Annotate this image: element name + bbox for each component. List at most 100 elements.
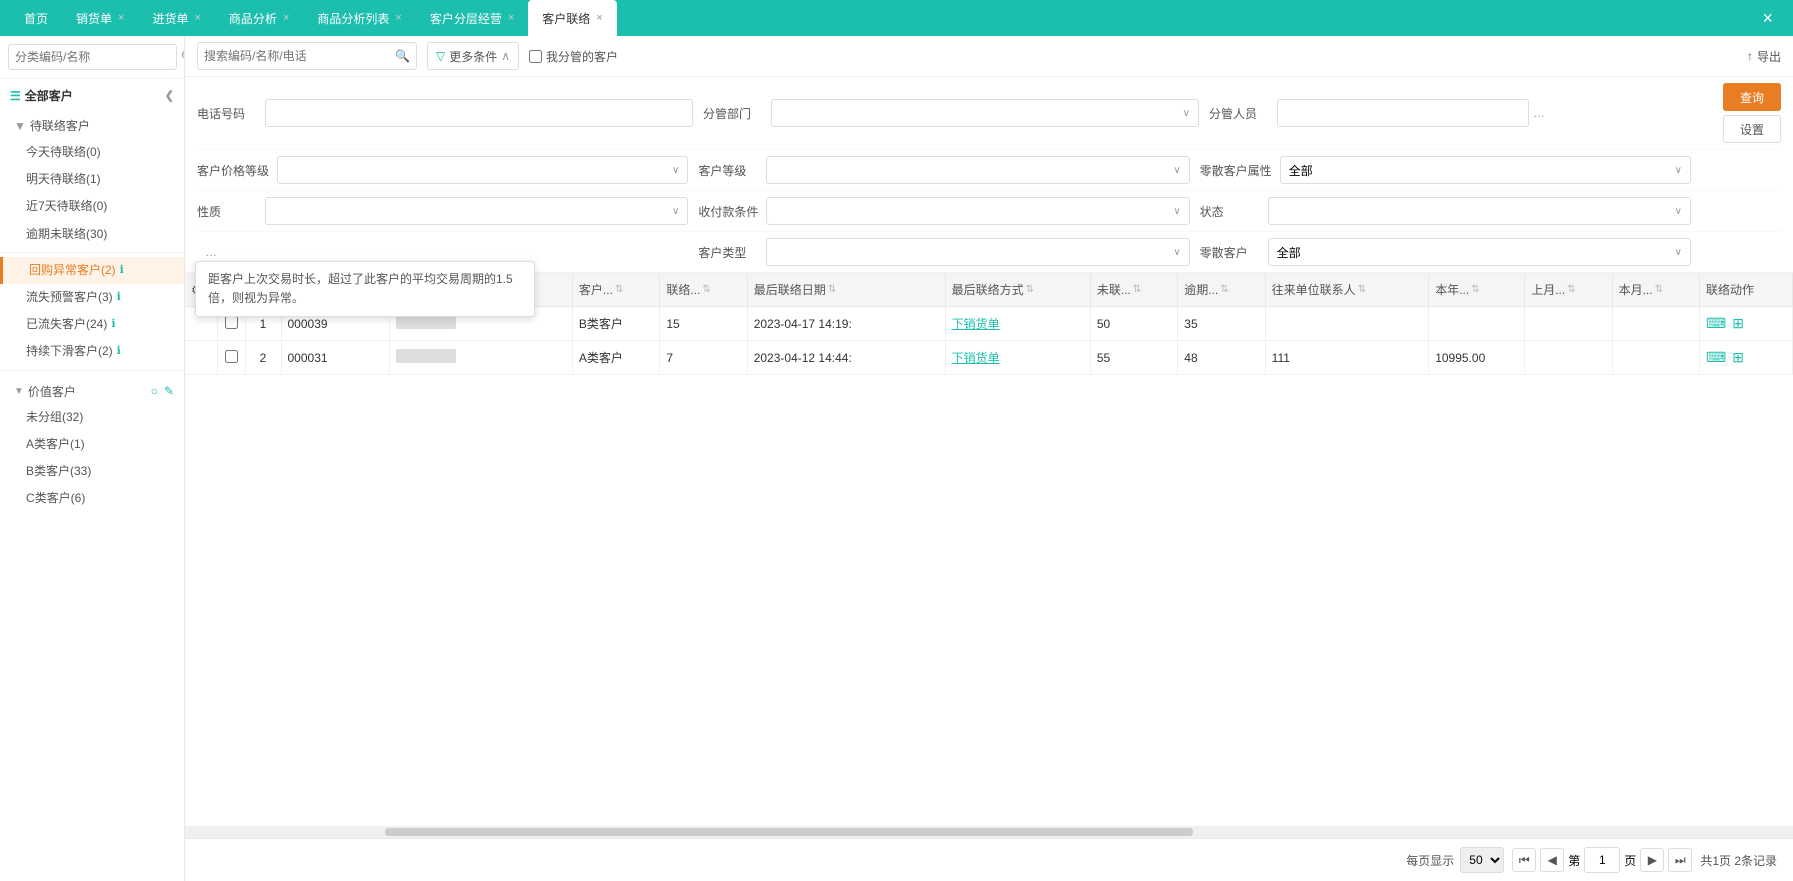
tab-close-icon[interactable]: ×	[283, 12, 289, 24]
per-page-area: 每页显示 50	[1406, 847, 1504, 873]
sidebar-item-churn-warning[interactable]: 流失预警客户(3) ℹ	[0, 284, 184, 311]
row-checkbox[interactable]	[217, 341, 245, 375]
filter-payment: 收付款条件 ∨	[698, 197, 1189, 225]
export-button[interactable]: ↑ 导出	[1747, 48, 1781, 65]
person-input[interactable]	[1277, 99, 1529, 127]
dept-select[interactable]: ∨	[771, 99, 1199, 127]
all-customers-title[interactable]: ☰ 全部客户 ❮	[0, 79, 184, 112]
retail-customer-select[interactable]: 全部 ∨	[1268, 238, 1691, 266]
tab-product-analysis-list[interactable]: 商品分析列表 ×	[303, 0, 415, 36]
phone-input[interactable]	[265, 99, 693, 127]
tab-home[interactable]: 首页	[10, 0, 62, 36]
contact-icon[interactable]: ⌨	[1706, 349, 1726, 366]
col-contact-person[interactable]: 往来单位联系人 ⇅	[1265, 273, 1429, 307]
tab-customer-layered[interactable]: 客户分层经营 ×	[416, 0, 528, 36]
row-contact-count: 15	[660, 307, 747, 341]
more-action-icon[interactable]: ⊞	[1732, 315, 1744, 332]
col-type[interactable]: 客户... ⇅	[572, 273, 659, 307]
chevron-down-icon: ∨	[1173, 247, 1180, 258]
row-contact-person	[1265, 307, 1429, 341]
more-action-icon[interactable]: ⊞	[1732, 349, 1744, 366]
col-overdue[interactable]: 逾期... ⇅	[1178, 273, 1265, 307]
tab-close-icon[interactable]: ×	[596, 12, 602, 24]
col-last-month[interactable]: 上月... ⇅	[1525, 273, 1612, 307]
arrow-icon: ▼	[14, 386, 24, 397]
query-button[interactable]: 查询	[1723, 83, 1781, 111]
page-nav: ⏮ ◀ 第 页 ▶ ⏭	[1512, 847, 1692, 873]
tab-customer-contact[interactable]: 客户联络 ×	[528, 0, 616, 36]
col-uncontacted[interactable]: 未联... ⇅	[1090, 273, 1177, 307]
row-last-method[interactable]: 下销货单	[945, 307, 1090, 341]
edit-icon[interactable]: ○	[151, 384, 158, 398]
sidebar-item-tomorrow[interactable]: 明天待联络(1)	[0, 166, 184, 193]
settings-icon[interactable]: ✎	[164, 384, 174, 398]
export-icon: ↑	[1747, 49, 1753, 63]
tab-product-analysis[interactable]: 商品分析 ×	[215, 0, 303, 36]
sidebar-search-input[interactable]	[8, 44, 177, 70]
sidebar-collapse-button[interactable]: ❮	[165, 89, 174, 102]
prev-page-button[interactable]: ◀	[1540, 848, 1564, 872]
tab-close-icon[interactable]: ×	[118, 12, 124, 24]
payment-select[interactable]: ∨	[766, 197, 1189, 225]
last-page-button[interactable]: ⏭	[1668, 848, 1692, 872]
my-customer-checkbox[interactable]	[529, 50, 542, 63]
tab-close-icon[interactable]: ×	[395, 12, 401, 24]
col-last-contact-method[interactable]: 最后联络方式 ⇅	[945, 273, 1090, 307]
search-icon[interactable]: 🔍	[395, 49, 410, 63]
row-last-method[interactable]: 下销货单	[945, 341, 1090, 375]
sidebar-item-7days[interactable]: 近7天待联络(0)	[0, 193, 184, 220]
per-page-select[interactable]: 50	[1460, 847, 1504, 873]
sidebar-item-overdue-contact[interactable]: 逾期未联络(30)	[0, 221, 184, 248]
my-customer-checkbox-area[interactable]: 我分管的客户	[529, 48, 618, 65]
settings-button[interactable]: 设置	[1723, 115, 1781, 143]
search-input[interactable]	[204, 49, 395, 63]
sidebar-item-churned[interactable]: 已流失客户(24) ℹ	[0, 311, 184, 338]
customer-grade-select[interactable]: ∨	[766, 156, 1189, 184]
row-contact-person: 111	[1265, 341, 1429, 375]
row-select-checkbox[interactable]	[225, 316, 238, 329]
chevron-down-icon: ∨	[1173, 206, 1180, 217]
filter-phone: 电话号码	[197, 99, 693, 127]
sidebar-item-abnormal-repurchase[interactable]: 回购异常客户(2) ℹ	[0, 257, 184, 284]
row-overdue: 48	[1178, 341, 1265, 375]
row-action-buttons: ⌨ ⊞	[1699, 341, 1792, 375]
sidebar-item-declining[interactable]: 持续下滑客户(2) ℹ	[0, 338, 184, 365]
next-page-button[interactable]: ▶	[1640, 848, 1664, 872]
tab-purchase[interactable]: 进货单 ×	[138, 0, 214, 36]
row-settings	[185, 341, 217, 375]
filter-person: 分管人员 …	[1209, 99, 1705, 127]
col-contact-count[interactable]: 联络... ⇅	[660, 273, 747, 307]
customer-type-select[interactable]: ∨	[766, 238, 1189, 266]
tab-sales-order[interactable]: 销货单 ×	[62, 0, 138, 36]
sidebar-item-class-a[interactable]: A类客户(1)	[0, 431, 184, 458]
col-this-year[interactable]: 本年... ⇅	[1429, 273, 1525, 307]
scrollbar-thumb[interactable]	[385, 828, 1193, 836]
horizontal-scrollbar[interactable]	[185, 826, 1793, 838]
page-number-input[interactable]	[1584, 847, 1620, 873]
retail-attr-select[interactable]: 全部 ∨	[1280, 156, 1691, 184]
more-dots-button[interactable]: …	[197, 245, 225, 259]
dots-icon[interactable]: …	[1529, 106, 1549, 120]
window-close-button[interactable]: ×	[1752, 8, 1783, 29]
row-select-checkbox[interactable]	[225, 350, 238, 363]
more-conditions-button[interactable]: ▽ 更多条件 ∧	[427, 42, 519, 70]
price-grade-select[interactable]: ∨	[277, 156, 688, 184]
nature-select[interactable]: ∨	[265, 197, 688, 225]
sidebar-item-unclassified[interactable]: 未分组(32)	[0, 404, 184, 431]
col-this-month[interactable]: 本月... ⇅	[1612, 273, 1699, 307]
tab-close-icon[interactable]: ×	[508, 12, 514, 24]
status-select[interactable]: ∨	[1268, 197, 1691, 225]
sidebar-item-class-b[interactable]: B类客户(33)	[0, 458, 184, 485]
value-customer-title[interactable]: ▼ 价值客户 ○ ✎	[0, 379, 184, 404]
table-area: ⚙ 客户编码 ⇅ 客户名称	[185, 273, 1793, 826]
sort-icon: ⇅	[1358, 284, 1366, 295]
first-page-button[interactable]: ⏮	[1512, 848, 1536, 872]
tab-close-icon[interactable]: ×	[194, 12, 200, 24]
sidebar-item-today[interactable]: 今天待联络(0)	[0, 139, 184, 166]
waiting-contact-title[interactable]: ▼ 待联络客户	[0, 112, 184, 139]
sidebar-item-class-c[interactable]: C类客户(6)	[0, 485, 184, 512]
contact-icon[interactable]: ⌨	[1706, 315, 1726, 332]
col-last-contact-date[interactable]: 最后联络日期 ⇅	[747, 273, 945, 307]
filter-retail-customer: 零散客户 全部 ∨	[1200, 238, 1691, 266]
chevron-down-icon: ∨	[1675, 206, 1682, 217]
